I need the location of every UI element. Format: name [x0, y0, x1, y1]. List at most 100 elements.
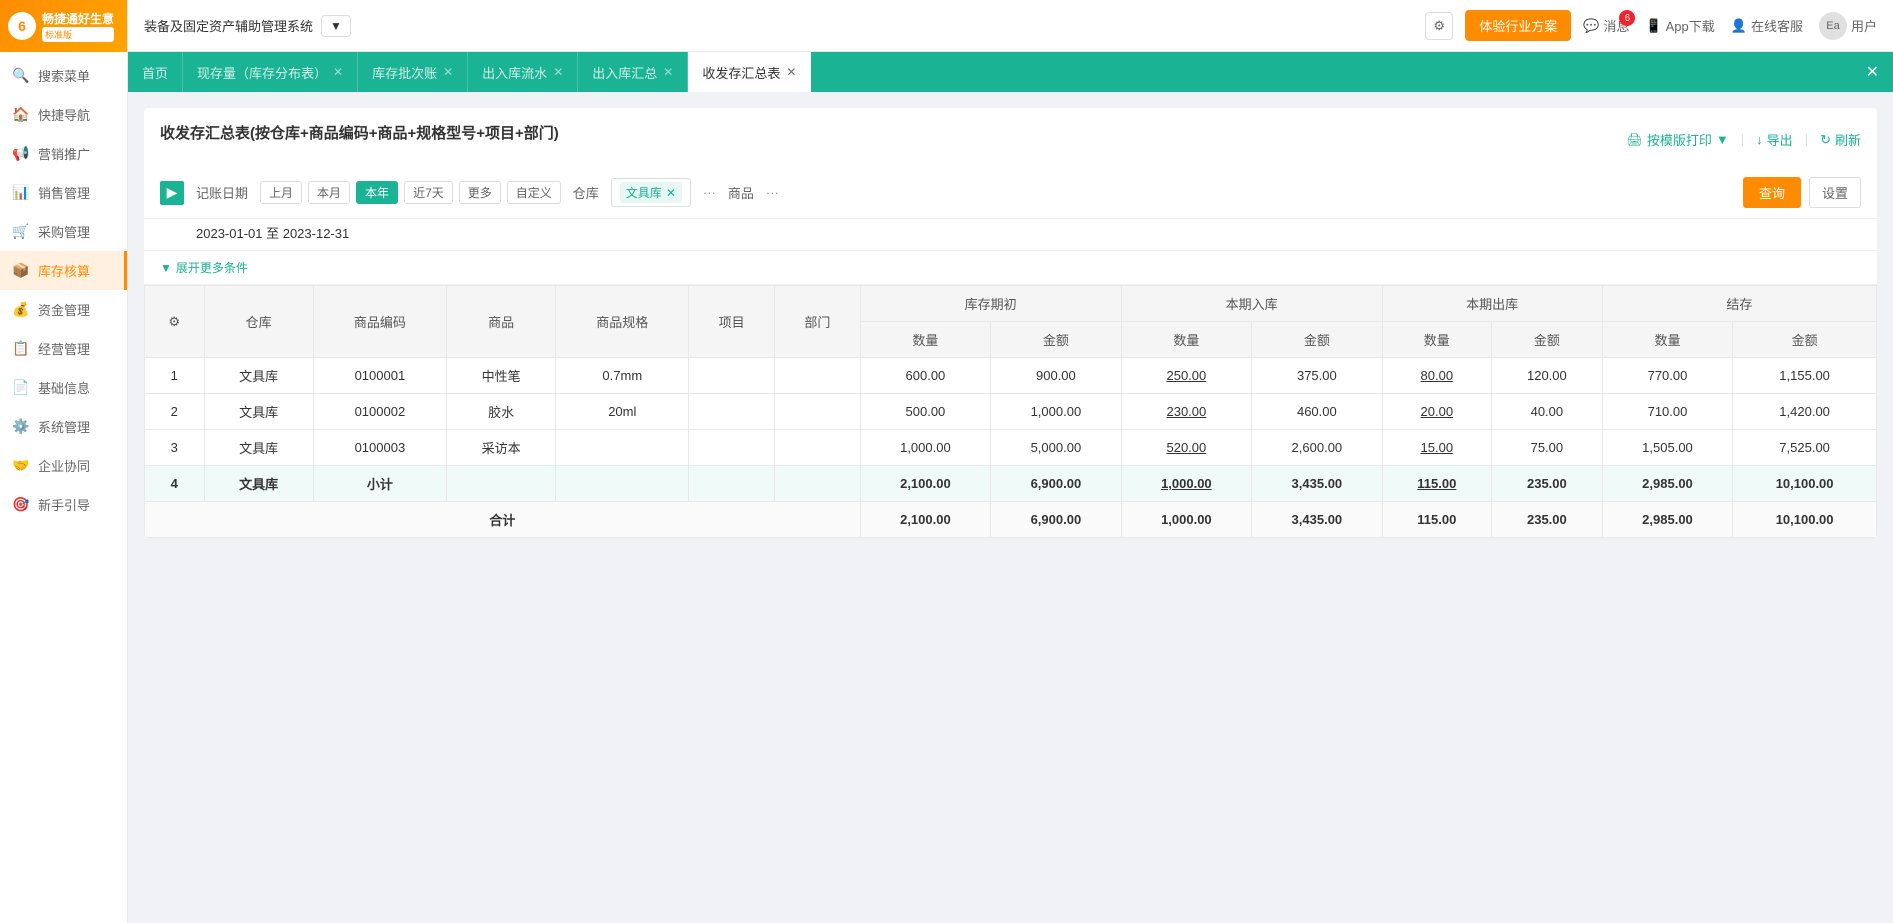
sidebar-item-finance[interactable]: 💰 资金管理: [0, 290, 127, 329]
date-7days-btn[interactable]: 近7天: [404, 181, 453, 204]
service-button[interactable]: 👤 在线客服: [1731, 16, 1803, 35]
row-spec: 20ml: [556, 394, 689, 430]
row-in-qty[interactable]: 230.00: [1121, 394, 1251, 430]
row-in-qty[interactable]: 520.00: [1121, 430, 1251, 466]
main-card: 收发存汇总表(按仓库+商品编码+商品+规格型号+项目+部门) 🖨 按模版打印 ▼…: [144, 108, 1877, 538]
refresh-button[interactable]: ↻ 刷新: [1820, 130, 1861, 149]
print-icon: 🖨: [1626, 132, 1643, 148]
th-opening: 库存期初: [860, 286, 1121, 322]
row-out-amt: 120.00: [1492, 358, 1603, 394]
tab-inout-summary[interactable]: 出入库汇总 ✕: [578, 52, 688, 92]
export-icon: ↓: [1756, 132, 1763, 147]
row-open-qty: 1,000.00: [860, 430, 990, 466]
print-button[interactable]: 🖨 按模版打印 ▼: [1626, 130, 1728, 149]
th-dept: 部门: [774, 286, 860, 358]
sidebar-item-purchase[interactable]: 🛒 采购管理: [0, 212, 127, 251]
export-button[interactable]: ↓ 导出: [1756, 130, 1793, 149]
purchase-icon: 🛒: [12, 223, 30, 241]
total-label: 合计: [145, 502, 861, 538]
warehouse-tag-close[interactable]: ✕: [666, 186, 676, 200]
message-badge: 6: [1619, 10, 1635, 26]
sidebar-item-operation[interactable]: 📋 经营管理: [0, 329, 127, 368]
sidebar-header: 6 畅捷通好生意 标准版: [0, 0, 127, 52]
expand-filter-button[interactable]: ▼ 展开更多条件: [160, 259, 1861, 276]
total-open-amt: 6,900.00: [991, 502, 1121, 538]
sidebar-item-inventory[interactable]: 📦 库存核算: [0, 251, 127, 290]
row-open-qty: 600.00: [860, 358, 990, 394]
th-settings[interactable]: ⚙: [145, 286, 205, 358]
tab-batch[interactable]: 库存批次账 ✕: [358, 52, 468, 92]
trial-button[interactable]: 体验行业方案: [1465, 10, 1571, 41]
service-label: 在线客服: [1751, 16, 1803, 35]
th-project: 项目: [689, 286, 775, 358]
data-table: ⚙ 仓库 商品编码 商品 商品规格 项目 部门 库存期初 本期入库 本期出库 结…: [144, 285, 1877, 538]
sidebar-item-marketing[interactable]: 📢 营销推广: [0, 134, 127, 173]
app-label: App下载: [1666, 16, 1715, 35]
tab-home[interactable]: 首页: [128, 52, 183, 92]
row-close-amt: 1,155.00: [1733, 358, 1877, 394]
tab-inout-flow[interactable]: 出入库流水 ✕: [468, 52, 578, 92]
tab-close-icon[interactable]: ✕: [553, 65, 563, 79]
user-button[interactable]: Ea 用户: [1819, 12, 1877, 40]
th-closing: 结存: [1602, 286, 1876, 322]
table-row: 3 文具库 0100003 采访本 1,000.00 5,000.00 520.…: [145, 430, 1877, 466]
total-out-qty: 115.00: [1382, 502, 1491, 538]
sidebar-item-label: 企业协同: [38, 456, 90, 475]
row-out-qty[interactable]: 20.00: [1382, 394, 1491, 430]
system-dropdown[interactable]: ▼: [321, 15, 351, 37]
home-icon: 🏠: [12, 106, 30, 124]
subtotal-row: 4 文具库 小计 2,100.00 6,900.00 1,000.00 3,43…: [145, 466, 1877, 502]
date-this-month-btn[interactable]: 本月: [308, 181, 350, 204]
th-goods-code: 商品编码: [313, 286, 446, 358]
operation-icon: 📋: [12, 340, 30, 358]
tab-close-icon[interactable]: ✕: [786, 65, 796, 79]
sidebar-item-search[interactable]: 🔍 搜索菜单: [0, 56, 127, 95]
settings-button[interactable]: ⚙: [1425, 12, 1453, 40]
subtotal-out-qty[interactable]: 115.00: [1382, 466, 1491, 502]
sidebar-item-sales[interactable]: 📊 销售管理: [0, 173, 127, 212]
row-close-qty: 710.00: [1602, 394, 1732, 430]
date-prev-month-btn[interactable]: 上月: [260, 181, 302, 204]
separator: |: [1741, 132, 1744, 147]
query-button[interactable]: 查询: [1743, 177, 1801, 208]
row-project: [689, 430, 775, 466]
tab-recv-send-summary[interactable]: 收发存汇总表 ✕: [688, 52, 811, 92]
app-download-button[interactable]: 📱 App下载: [1645, 16, 1714, 35]
row-out-qty[interactable]: 15.00: [1382, 430, 1491, 466]
warehouse-select[interactable]: 文具库 ✕: [611, 178, 691, 207]
tab-bar-close-button[interactable]: ✕: [1852, 62, 1893, 82]
warehouse-label: 仓库: [573, 183, 599, 202]
subtotal-in-qty[interactable]: 1,000.00: [1121, 466, 1251, 502]
th-opening-amt: 金额: [991, 322, 1121, 358]
setting-button[interactable]: 设置: [1809, 177, 1861, 208]
total-out-amt: 235.00: [1492, 502, 1603, 538]
sidebar-item-system[interactable]: ⚙️ 系统管理: [0, 407, 127, 446]
settings-icon: ⚙: [168, 314, 180, 329]
sidebar-item-quick-nav[interactable]: 🏠 快捷导航: [0, 95, 127, 134]
subtotal-warehouse: 文具库: [204, 466, 313, 502]
row-in-qty[interactable]: 250.00: [1121, 358, 1251, 394]
page-title: 收发存汇总表(按仓库+商品编码+商品+规格型号+项目+部门): [160, 122, 559, 143]
dropdown-arrow-icon: ▼: [330, 19, 342, 33]
tab-stock-dist[interactable]: 现存量（库存分布表） ✕: [183, 52, 358, 92]
tab-close-icon[interactable]: ✕: [443, 65, 453, 79]
filter-toggle-button[interactable]: ▶: [160, 181, 184, 205]
date-custom-btn[interactable]: 自定义: [507, 181, 561, 204]
row-out-qty[interactable]: 80.00: [1382, 358, 1491, 394]
row-dept: [774, 394, 860, 430]
row-open-amt: 1,000.00: [991, 394, 1121, 430]
th-in: 本期入库: [1121, 286, 1382, 322]
sidebar-item-basic[interactable]: 📄 基础信息: [0, 368, 127, 407]
tab-close-icon[interactable]: ✕: [333, 65, 343, 79]
row-num: 3: [145, 430, 205, 466]
chevron-down-icon: ▼: [1716, 132, 1729, 147]
th-in-amt: 金额: [1252, 322, 1382, 358]
date-more-btn[interactable]: 更多: [459, 181, 501, 204]
tab-close-icon[interactable]: ✕: [663, 65, 673, 79]
expand-icon: ▼: [160, 261, 172, 275]
message-button[interactable]: 💬 消息 6: [1583, 16, 1629, 35]
row-out-amt: 75.00: [1492, 430, 1603, 466]
sidebar-item-guide[interactable]: 🎯 新手引导: [0, 485, 127, 524]
sidebar-item-corp[interactable]: 🤝 企业协同: [0, 446, 127, 485]
date-this-year-btn[interactable]: 本年: [356, 181, 398, 204]
